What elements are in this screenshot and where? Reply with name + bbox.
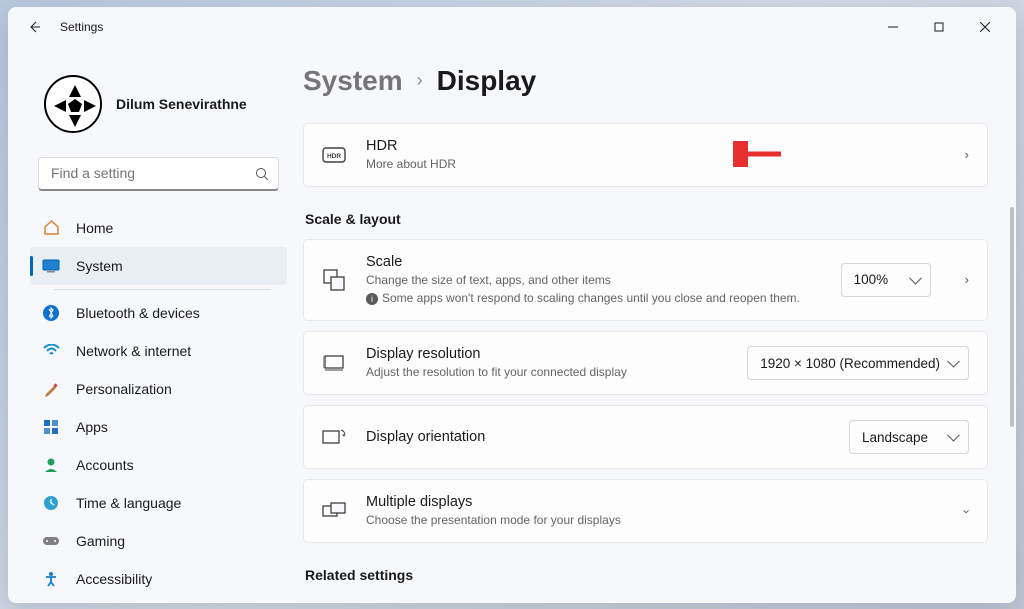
- svg-text:HDR: HDR: [327, 153, 341, 160]
- orientation-card[interactable]: Display orientation Landscape: [303, 405, 988, 469]
- chevron-right-icon: ›: [965, 272, 969, 287]
- sidebar-item-system[interactable]: System: [30, 247, 287, 285]
- nav-separator: [54, 289, 271, 290]
- hdr-subtitle: More about HDR: [366, 156, 945, 172]
- sidebar-item-label: Personalization: [76, 381, 172, 397]
- bluetooth-icon: [42, 304, 60, 322]
- breadcrumb: System › Display: [303, 65, 988, 97]
- search-icon: [255, 167, 269, 181]
- search-input[interactable]: [38, 157, 279, 191]
- resolution-title: Display resolution: [366, 346, 727, 362]
- back-button[interactable]: [20, 13, 48, 41]
- section-related: Related settings: [305, 567, 988, 583]
- resolution-select[interactable]: 1920 × 1080 (Recommended): [747, 346, 969, 380]
- resolution-icon: [322, 354, 346, 372]
- avatar[interactable]: [44, 75, 102, 133]
- multiple-title: Multiple displays: [366, 494, 945, 510]
- section-scale-layout: Scale & layout: [305, 211, 988, 227]
- network-icon: [42, 342, 60, 360]
- sidebar-item-gaming[interactable]: Gaming: [30, 522, 287, 560]
- scrollbar[interactable]: [1010, 67, 1014, 595]
- sidebar-item-personalization[interactable]: Personalization: [30, 370, 287, 408]
- maximize-button[interactable]: [916, 11, 962, 43]
- sidebar-item-accounts[interactable]: Accounts: [30, 446, 287, 484]
- sidebar-item-network[interactable]: Network & internet: [30, 332, 287, 370]
- close-button[interactable]: [962, 11, 1008, 43]
- accounts-icon: [42, 456, 60, 474]
- scale-icon: [322, 269, 346, 291]
- resolution-card[interactable]: Display resolution Adjust the resolution…: [303, 331, 988, 395]
- multiple-displays-card[interactable]: Multiple displays Choose the presentatio…: [303, 479, 988, 543]
- scale-select[interactable]: 100%: [841, 263, 931, 297]
- orientation-title: Display orientation: [366, 429, 829, 445]
- chevron-right-icon: ›: [417, 70, 423, 91]
- accessibility-icon: [42, 570, 60, 588]
- sidebar-item-label: System: [76, 258, 123, 274]
- time-icon: [42, 494, 60, 512]
- personalization-icon: [42, 380, 60, 398]
- scale-card[interactable]: Scale Change the size of text, apps, and…: [303, 239, 988, 321]
- chevron-down-icon[interactable]: ›: [959, 509, 974, 513]
- sidebar-item-apps[interactable]: Apps: [30, 408, 287, 446]
- chevron-right-icon: ›: [965, 147, 969, 162]
- gaming-icon: [42, 532, 60, 550]
- sidebar-item-time[interactable]: Time & language: [30, 484, 287, 522]
- minimize-button[interactable]: [870, 11, 916, 43]
- sidebar-item-home[interactable]: Home: [30, 209, 287, 247]
- info-icon: i: [366, 293, 378, 305]
- sidebar-item-label: Network & internet: [76, 343, 191, 359]
- sidebar-item-label: Accessibility: [76, 571, 152, 587]
- orientation-icon: [322, 428, 346, 446]
- sidebar-item-label: Home: [76, 220, 113, 236]
- apps-icon: [42, 418, 60, 436]
- app-title: Settings: [60, 20, 103, 34]
- sidebar-item-bluetooth[interactable]: Bluetooth & devices: [30, 294, 287, 332]
- scale-sub1: Change the size of text, apps, and other…: [366, 272, 821, 288]
- resolution-sub: Adjust the resolution to fit your connec…: [366, 364, 727, 380]
- sidebar-item-label: Gaming: [76, 533, 125, 549]
- multiple-displays-icon: [322, 502, 346, 520]
- sidebar-item-accessibility[interactable]: Accessibility: [30, 560, 287, 598]
- sidebar-item-label: Accounts: [76, 457, 134, 473]
- system-icon: [42, 257, 60, 275]
- hdr-icon: HDR: [322, 147, 346, 163]
- username: Dilum Senevirathne: [116, 96, 247, 112]
- sidebar-item-label: Time & language: [76, 495, 181, 511]
- breadcrumb-current: Display: [437, 65, 537, 97]
- scale-sub2: Some apps won't respond to scaling chang…: [382, 291, 800, 305]
- hdr-title: HDR: [366, 138, 945, 154]
- orientation-select[interactable]: Landscape: [849, 420, 969, 454]
- multiple-sub: Choose the presentation mode for your di…: [366, 512, 945, 528]
- breadcrumb-parent[interactable]: System: [303, 65, 403, 97]
- sidebar-item-label: Bluetooth & devices: [76, 305, 200, 321]
- sidebar-item-label: Apps: [76, 419, 108, 435]
- home-icon: [42, 219, 60, 237]
- scale-title: Scale: [366, 254, 821, 270]
- hdr-card[interactable]: HDR HDR More about HDR ›: [303, 123, 988, 187]
